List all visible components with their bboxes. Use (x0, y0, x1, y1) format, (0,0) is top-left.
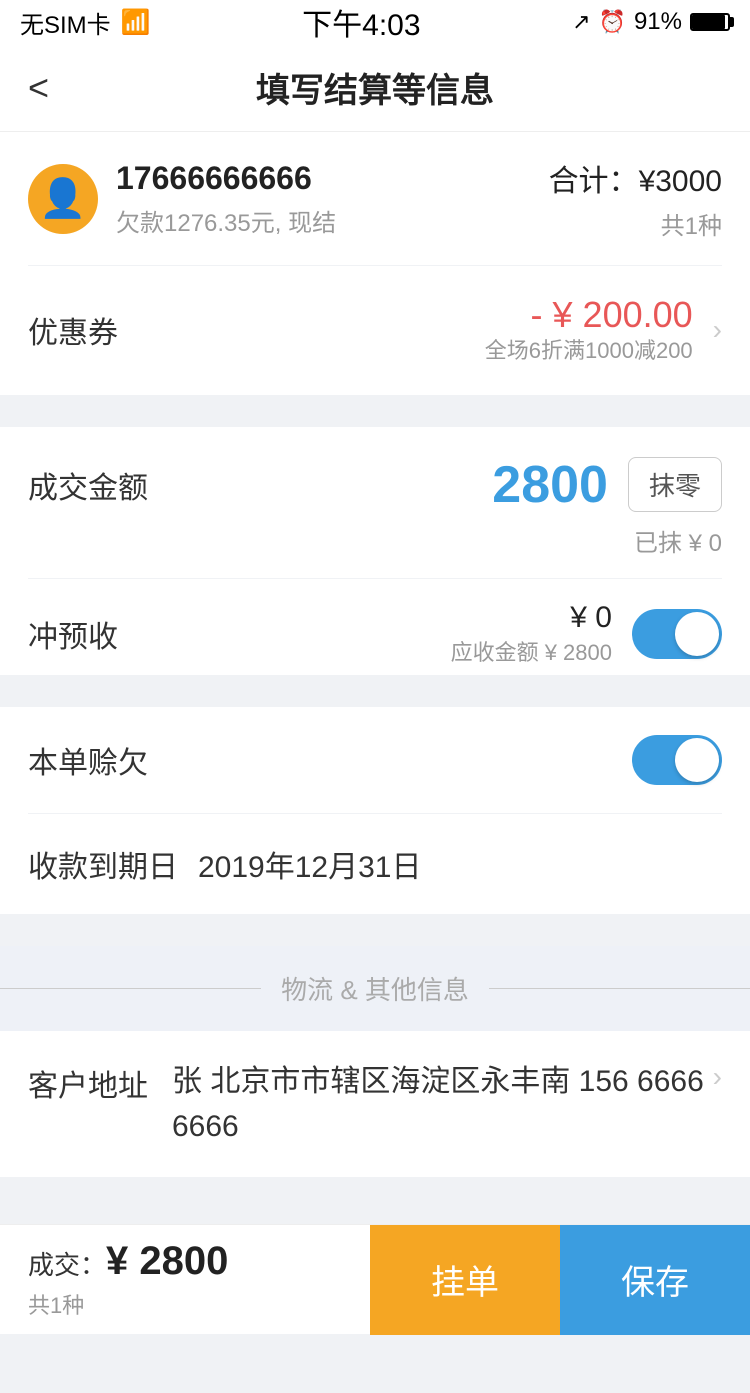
section-divider-1 (0, 411, 750, 427)
customer-sub: 欠款1276.35元, 现结 (116, 203, 549, 238)
address-chevron-icon: › (713, 1059, 722, 1093)
bottom-deal-label: 成交：¥ 2800 (28, 1239, 342, 1284)
status-left: 无SIM卡 📶 (20, 5, 151, 40)
amount-section: 成交金额 2800 抹零 已抹 ¥ 0 冲预收 ¥ 0 应收金额 ¥ 2800 (0, 427, 750, 675)
customer-section: 👤 17666666666 欠款1276.35元, 现结 合计：¥3000 共1… (0, 132, 750, 395)
status-time: 下午4:03 (302, 0, 420, 44)
customer-phone: 17666666666 (116, 160, 549, 197)
customer-info: 17666666666 欠款1276.35元, 现结 (116, 160, 549, 238)
location-icon: ↗ (572, 9, 590, 35)
logistics-line-left (0, 988, 261, 989)
duedate-label: 收款到期日 (28, 842, 178, 886)
debt-section: 本单赊欠 收款到期日 2019年12月31日 (0, 707, 750, 914)
back-button[interactable]: < (28, 67, 49, 109)
address-value: 张 北京市市辖区海淀区永丰南 156 6666 6666 (172, 1059, 705, 1149)
page-title: 填写结算等信息 (256, 63, 494, 112)
customer-row: 👤 17666666666 欠款1276.35元, 现结 合计：¥3000 共1… (28, 132, 722, 265)
total-amount: 合计：¥3000 (549, 156, 722, 200)
wifi-icon: 📶 (121, 8, 151, 37)
carrier-text: 无SIM卡 (20, 5, 111, 40)
prereceive-row: 冲预收 ¥ 0 应收金额 ¥ 2800 (28, 579, 722, 675)
battery-percent: 91% (634, 8, 682, 36)
bottom-deal-amount: ¥ 2800 (106, 1239, 228, 1283)
section-divider-3 (0, 930, 750, 946)
duedate-value: 2019年12月31日 (198, 842, 421, 886)
prereceive-amount-col: ¥ 0 应收金额 ¥ 2800 (451, 601, 612, 667)
address-label: 客户地址 (28, 1059, 148, 1105)
prereceive-value: ¥ 0 (451, 601, 612, 635)
duedate-row: 收款到期日 2019年12月31日 (28, 814, 722, 914)
total-label: 合计： (549, 165, 639, 198)
logistics-text: 物流 & 其他信息 (281, 970, 469, 1007)
coupon-right: - ¥ 200.00 全场6折满1000减200 › (485, 294, 722, 367)
amount-row: 成交金额 2800 抹零 (28, 427, 722, 523)
debt-toggle[interactable] (632, 735, 722, 785)
save-button[interactable]: 保存 (560, 1225, 750, 1335)
avatar-icon: 👤 (39, 177, 86, 221)
section-divider-2 (0, 691, 750, 707)
battery-indicator (690, 13, 730, 31)
amount-sub: 已抹 ¥ 0 (28, 523, 722, 578)
address-section: 客户地址 张 北京市市辖区海淀区永丰南 156 6666 6666 › (0, 1031, 750, 1177)
prereceive-sub: 应收金额 ¥ 2800 (451, 635, 612, 667)
debt-toggle-knob (675, 738, 719, 782)
bottom-bar: 成交：¥ 2800 共1种 挂单 保存 (0, 1224, 750, 1334)
logistics-line-right (489, 988, 750, 989)
bottom-count: 共1种 (28, 1288, 342, 1320)
coupon-row[interactable]: 优惠券 - ¥ 200.00 全场6折满1000减200 › (28, 266, 722, 395)
chevron-right-icon: › (713, 314, 722, 346)
bottom-summary: 成交：¥ 2800 共1种 (0, 1239, 370, 1320)
amount-value: 2800 (492, 455, 608, 515)
status-right: ↗ ⏰ 91% (572, 8, 730, 36)
coupon-discount: - ¥ 200.00 (485, 294, 693, 336)
alarm-icon: ⏰ (599, 9, 626, 35)
customer-total: 合计：¥3000 共1种 (549, 156, 722, 241)
total-value: ¥3000 (639, 165, 722, 198)
address-row[interactable]: 客户地址 张 北京市市辖区海淀区永丰南 156 6666 6666 › (28, 1031, 722, 1177)
amount-label: 成交金额 (28, 463, 148, 507)
toggle-knob (675, 612, 719, 656)
debt-label: 本单赊欠 (28, 738, 148, 782)
round-zero-button[interactable]: 抹零 (628, 457, 722, 512)
amount-right: 2800 抹零 (492, 455, 722, 515)
coupon-detail: 全场6折满1000减200 (485, 336, 693, 367)
prereceive-label: 冲预收 (28, 612, 118, 656)
prereceive-toggle[interactable] (632, 609, 722, 659)
logistics-separator: 物流 & 其他信息 (0, 946, 750, 1031)
prereceive-right: ¥ 0 应收金额 ¥ 2800 (451, 601, 722, 667)
coupon-label: 优惠券 (28, 308, 118, 352)
status-bar: 无SIM卡 📶 下午4:03 ↗ ⏰ 91% (0, 0, 750, 44)
avatar: 👤 (28, 164, 98, 234)
debt-row: 本单赊欠 (28, 707, 722, 813)
nav-bar: < 填写结算等信息 (0, 44, 750, 132)
total-count: 共1种 (549, 206, 722, 241)
pending-button[interactable]: 挂单 (370, 1225, 560, 1335)
